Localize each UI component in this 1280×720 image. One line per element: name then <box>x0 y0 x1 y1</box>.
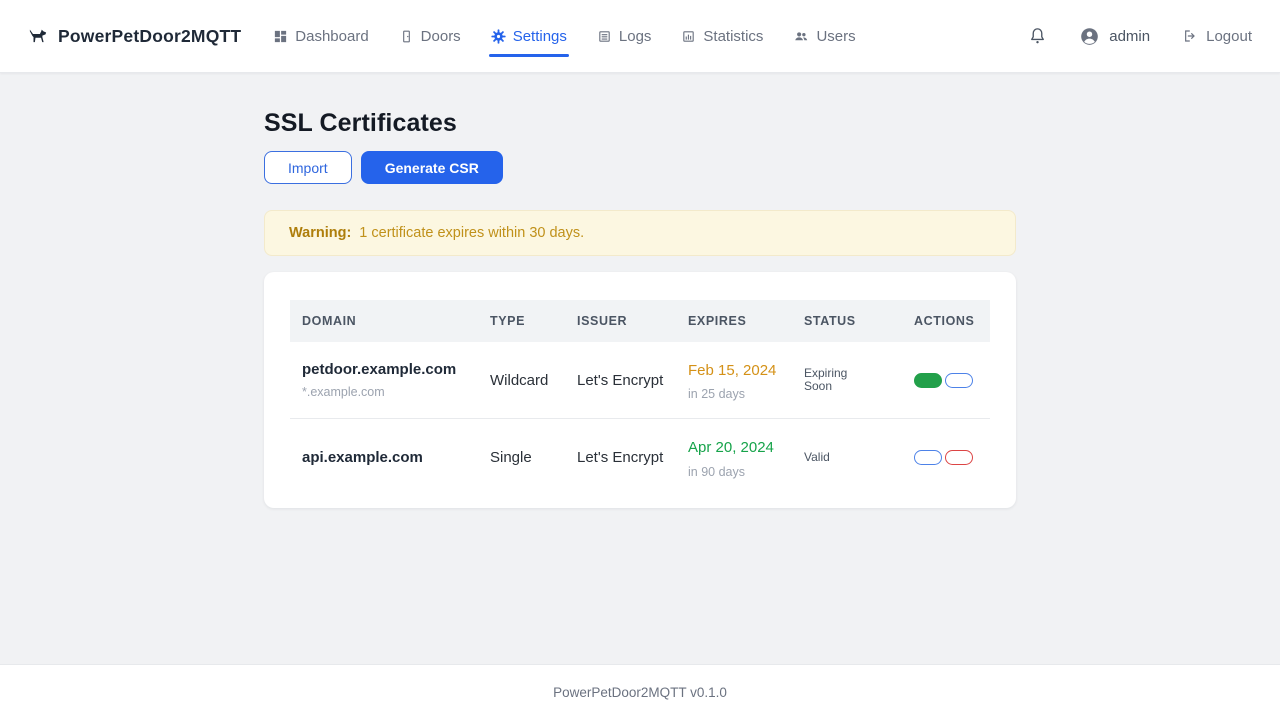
main-content: SSL Certificates Import Generate CSR War… <box>0 73 1280 664</box>
status-text: Expiring Soon <box>804 365 848 394</box>
dashboard-icon <box>273 29 288 44</box>
col-header-expires: EXPIRES <box>676 300 792 342</box>
footer-version-text: PowerPetDoor2MQTT v0.1.0 <box>553 685 727 700</box>
import-button[interactable]: Import <box>264 151 352 184</box>
action-pill-blue[interactable] <box>945 372 973 388</box>
users-icon <box>793 29 809 44</box>
warning-label: Warning: <box>289 225 352 241</box>
table-row: petdoor.example.com *.example.com Wildca… <box>290 342 990 420</box>
warning-text: 1 certificate expires within 30 days. <box>359 225 585 241</box>
logout-label: Logout <box>1206 27 1252 45</box>
col-header-actions: ACTIONS <box>902 300 990 342</box>
dog-icon <box>28 28 48 45</box>
col-header-domain: DOMAIN <box>290 300 478 342</box>
page-actions: Import Generate CSR <box>264 151 1016 184</box>
navbar-right: admin Logout <box>1028 25 1252 47</box>
row-actions <box>914 372 978 388</box>
main-nav: Dashboard Doors Settings Logs Statistics… <box>273 27 856 57</box>
cert-issuer: Let's Encrypt <box>577 371 664 389</box>
domain-name: petdoor.example.com <box>302 361 457 379</box>
brand: PowerPetDoor2MQTT <box>28 26 241 47</box>
nav-label: Doors <box>420 27 461 45</box>
col-header-status: STATUS <box>792 300 902 342</box>
col-header-issuer: ISSUER <box>565 300 676 342</box>
action-pill-blue[interactable] <box>914 449 942 465</box>
nav-item-settings[interactable]: Settings <box>488 27 570 57</box>
action-pill-green[interactable] <box>914 372 942 388</box>
nav-label: Dashboard <box>295 27 369 45</box>
certificates-card: DOMAIN TYPE ISSUER EXPIRES STATUS ACTION… <box>264 272 1016 508</box>
action-pill-red[interactable] <box>945 449 973 465</box>
page-footer: PowerPetDoor2MQTT v0.1.0 <box>0 664 1280 720</box>
nav-item-dashboard[interactable]: Dashboard <box>273 27 369 45</box>
cert-type: Single <box>490 448 532 466</box>
cert-type: Wildcard <box>490 371 549 389</box>
nav-item-doors[interactable]: Doors <box>399 28 461 45</box>
domain-name: api.example.com <box>302 448 423 466</box>
logout-icon <box>1182 28 1198 44</box>
notifications-bell-icon[interactable] <box>1028 25 1047 47</box>
expires-in: in 90 days <box>688 464 745 479</box>
warning-banner: Warning: 1 certificate expires within 30… <box>264 210 1016 256</box>
row-actions <box>914 449 978 465</box>
avatar-icon <box>1079 26 1100 47</box>
expires-date: Feb 15, 2024 <box>688 362 777 379</box>
bar-chart-icon <box>681 29 696 44</box>
nav-label: Settings <box>512 27 567 45</box>
username: admin <box>1109 27 1151 45</box>
brand-title: PowerPetDoor2MQTT <box>58 25 242 46</box>
gear-icon <box>491 28 506 44</box>
table-header-row: DOMAIN TYPE ISSUER EXPIRES STATUS ACTION… <box>290 300 990 342</box>
door-icon <box>399 29 414 44</box>
nav-item-users[interactable]: Users <box>793 27 856 45</box>
table-row: api.example.com Single Let's Encrypt Apr… <box>290 419 990 496</box>
logs-icon <box>597 29 612 44</box>
nav-label: Logs <box>618 27 652 45</box>
logout-button[interactable]: Logout <box>1182 28 1252 45</box>
col-header-type: TYPE <box>478 300 565 342</box>
generate-csr-button[interactable]: Generate CSR <box>360 151 503 184</box>
certificates-table: DOMAIN TYPE ISSUER EXPIRES STATUS ACTION… <box>290 300 990 496</box>
nav-label: Users <box>816 27 856 45</box>
user-chip[interactable]: admin <box>1079 26 1150 47</box>
status-text: Valid <box>804 449 830 464</box>
cert-issuer: Let's Encrypt <box>577 448 664 466</box>
nav-item-logs[interactable]: Logs <box>597 27 652 45</box>
expires-in: in 25 days <box>688 387 745 402</box>
top-navbar: PowerPetDoor2MQTT Dashboard Doors Settin… <box>0 0 1280 73</box>
page-title: SSL Certificates <box>264 109 457 137</box>
expires-date: Apr 20, 2024 <box>688 439 774 457</box>
nav-item-statistics[interactable]: Statistics <box>681 28 763 45</box>
domain-alt-name: *.example.com <box>302 385 385 400</box>
nav-label: Statistics <box>703 27 764 45</box>
